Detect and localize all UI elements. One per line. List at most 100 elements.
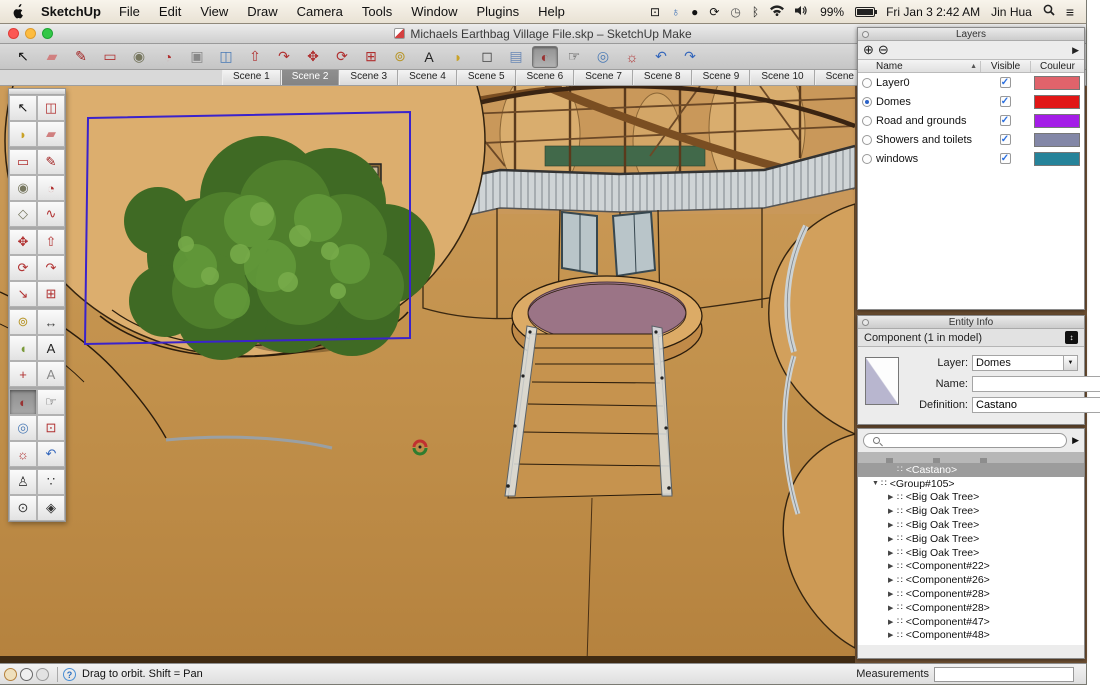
globe-icon[interactable]: ♁ — [671, 6, 680, 18]
visibility-checkbox[interactable]: ✓ — [999, 153, 1011, 164]
outliner-row[interactable]: ∷ <Castano> — [858, 463, 1084, 477]
add-layer-button[interactable]: ⊕ — [863, 42, 874, 58]
palette-arc-button[interactable]: ◔ — [37, 175, 65, 201]
close-panel-button[interactable] — [862, 31, 869, 38]
layer-row[interactable]: Domes ✓ — [858, 92, 1084, 111]
expander-icon[interactable]: ▶ — [888, 576, 897, 584]
follow-me-tool-button[interactable]: ↷ — [271, 46, 297, 68]
scene-tab[interactable]: Scene 7 — [574, 70, 633, 85]
help-icon[interactable]: ? — [63, 667, 76, 681]
expander-icon[interactable]: ▶ — [888, 631, 897, 639]
menu-item[interactable]: Draw — [247, 4, 277, 19]
section-plane-tool-button[interactable]: ▤ — [503, 46, 529, 68]
line-tool-button[interactable]: ✎ — [68, 46, 94, 68]
rotate-tool-button[interactable]: ⟳ — [329, 46, 355, 68]
orbit-tool-button[interactable]: ◐ — [532, 45, 558, 68]
spotlight-search-icon[interactable] — [1043, 4, 1055, 19]
expander-icon[interactable]: ▶ — [888, 549, 897, 557]
layer-dropdown[interactable]: Domes ▼ — [972, 355, 1078, 371]
palette-line-button[interactable]: ✎ — [37, 149, 65, 175]
expander-icon[interactable]: ▶ — [888, 507, 897, 515]
circle-tool-button[interactable]: ◉ — [126, 46, 152, 68]
soften-eraser-tool-button[interactable]: ◻ — [474, 46, 500, 68]
palette-follow-me-button[interactable]: ↷ — [37, 255, 65, 281]
palette-zoom-extents-button[interactable]: ☼ — [9, 441, 37, 467]
palette-pan-button[interactable]: ☞ — [37, 389, 65, 415]
outliner-row[interactable]: ▶ ∷ <Big Oak Tree> — [858, 546, 1084, 560]
zoom-extents-tool-button[interactable]: ☼ — [619, 46, 645, 68]
layers-panel-title-bar[interactable]: Layers — [858, 28, 1084, 41]
make-component-tool-button[interactable]: ◫ — [213, 46, 239, 68]
outliner-row[interactable]: ▶ ∷ <Big Oak Tree> — [858, 532, 1084, 546]
palette-move-button[interactable]: ✥ — [9, 229, 37, 255]
close-window-button[interactable] — [8, 28, 19, 39]
definition-field[interactable] — [972, 397, 1100, 413]
text-tool-button[interactable]: A — [416, 46, 442, 68]
apple-menu-icon[interactable] — [12, 4, 25, 19]
palette-eraser-button[interactable]: ▰ — [37, 121, 65, 147]
palette-look-around-button[interactable]: ⊙ — [9, 495, 37, 521]
outliner-row[interactable]: ▼ ∷ <Group#105> — [858, 477, 1084, 491]
toggle-details-button[interactable]: ↕ — [1065, 331, 1078, 344]
column-header-name[interactable]: Name ▲ — [858, 61, 980, 72]
active-layer-radio[interactable] — [862, 96, 872, 107]
scene-tab[interactable]: Scene 5 — [456, 70, 516, 85]
layers-detail-menu-button[interactable]: ▶ — [1072, 45, 1079, 56]
move-tool-button[interactable]: ✥ — [300, 46, 326, 68]
palette-offset-button[interactable]: ⊞ — [37, 281, 65, 307]
palette-make-component-button[interactable]: ◫ — [37, 95, 65, 121]
palette-circle-button[interactable]: ◉ — [9, 175, 37, 201]
menu-item[interactable]: Camera — [297, 4, 343, 19]
palette-rectangle-button[interactable]: ▭ — [9, 149, 37, 175]
eraser-tool-button[interactable]: ▰ — [39, 46, 65, 68]
layer-color-swatch[interactable] — [1034, 94, 1080, 109]
outliner-row[interactable]: ▶ ∷ <Component#48> — [858, 629, 1084, 643]
expander-icon[interactable]: ▶ — [888, 562, 897, 570]
palette-position-camera-button[interactable]: ♙ — [9, 469, 37, 495]
palette-zoom-window-button[interactable]: ⊡ — [37, 415, 65, 441]
active-layer-radio[interactable] — [862, 115, 872, 126]
app-menu-title[interactable]: SketchUp — [41, 4, 101, 19]
scene-tab[interactable]: Scene 6 — [515, 70, 575, 85]
outliner-row[interactable]: ▶ ∷ <Big Oak Tree> — [858, 491, 1084, 505]
layer-color-swatch[interactable] — [1034, 151, 1080, 166]
scene-tab[interactable]: Scene 8 — [632, 70, 692, 85]
copy-stack-tool-button[interactable]: ▣ — [184, 46, 210, 68]
credits-status-icon[interactable] — [20, 667, 33, 681]
geolocation-status-icon[interactable] — [4, 667, 17, 681]
palette-zoom-button[interactable]: ◎ — [9, 415, 37, 441]
outliner-row[interactable]: ▶ ∷ <Component#28> — [858, 601, 1084, 615]
menu-item[interactable]: Window — [411, 4, 457, 19]
entity-info-title-bar[interactable]: Entity Info — [858, 316, 1084, 329]
menu-item[interactable]: Help — [538, 4, 565, 19]
expander-icon[interactable]: ▶ — [888, 535, 897, 543]
expander-icon[interactable]: ▶ — [888, 493, 897, 501]
palette-orbit-button[interactable]: ◐ — [9, 389, 37, 415]
zoom-tool-button[interactable]: ◎ — [590, 46, 616, 68]
menu-item[interactable]: Plugins — [476, 4, 519, 19]
menu-item[interactable]: Tools — [362, 4, 392, 19]
outliner-row[interactable]: ▶ ∷ <Big Oak Tree> — [858, 504, 1084, 518]
user-menu[interactable]: Jin Hua — [991, 5, 1032, 19]
outliner-row[interactable]: ▶ ∷ <Component#22> — [858, 560, 1084, 574]
paint-bucket-tool-button[interactable]: ◗ — [445, 46, 471, 68]
expander-icon[interactable]: ▼ — [872, 480, 881, 487]
column-header-visible[interactable]: Visible — [980, 60, 1030, 72]
palette-push-pull-button[interactable]: ⇧ — [37, 229, 65, 255]
do-not-disturb-icon[interactable]: ● — [691, 6, 698, 18]
layer-row[interactable]: Layer0 ✓ — [858, 73, 1084, 92]
scene-tab[interactable]: Scene 2 — [280, 70, 340, 85]
scene-tab[interactable]: Scene 1 — [222, 70, 281, 85]
previous-view-tool-button[interactable]: ↶ — [648, 46, 674, 68]
palette-previous-view-button[interactable]: ↶ — [37, 441, 65, 467]
visibility-checkbox[interactable]: ✓ — [999, 77, 1011, 88]
outliner-row[interactable]: ▶ ∷ <Big Oak Tree> — [858, 518, 1084, 532]
volume-icon[interactable] — [795, 5, 809, 19]
menu-bar-clock[interactable]: Fri Jan 3 2:42 AM — [886, 5, 980, 19]
offset-tool-button[interactable]: ⊞ — [358, 46, 384, 68]
palette-compass-button[interactable]: ◈ — [37, 495, 65, 521]
arc-tool-button[interactable]: ◔ — [155, 46, 181, 68]
notification-center-icon[interactable]: ≡ — [1066, 5, 1074, 19]
palette-dimension-button[interactable]: ↔ — [37, 309, 65, 335]
active-layer-radio[interactable] — [862, 153, 872, 164]
